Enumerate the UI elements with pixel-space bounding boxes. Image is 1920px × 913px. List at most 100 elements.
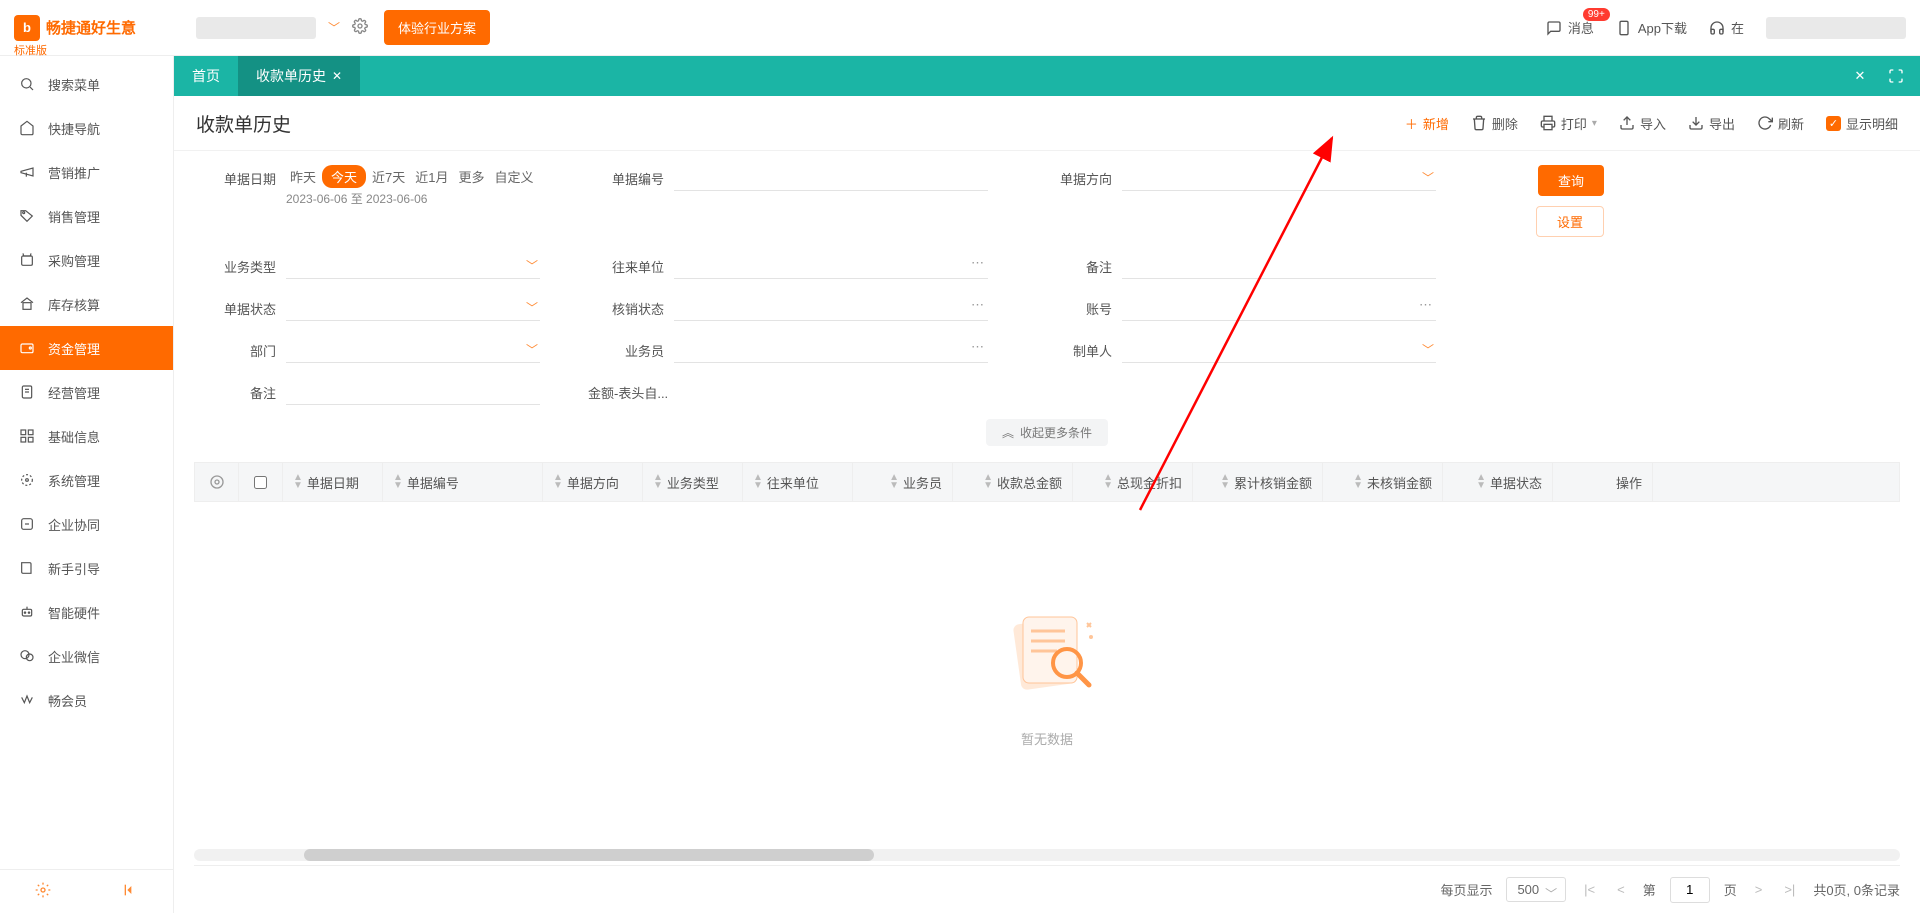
writeoff-input[interactable]	[674, 295, 988, 321]
prev-page-button[interactable]: <	[1613, 882, 1629, 897]
col-header[interactable]: ▲▼收款总金额	[953, 463, 1073, 501]
more-icon[interactable]: ⋯	[971, 297, 986, 313]
col-header[interactable]: ▲▼未核销金额	[1323, 463, 1443, 501]
sidebar-item-label: 企业微信	[48, 647, 100, 666]
col-header[interactable]: ▲▼单据日期	[283, 463, 383, 501]
clerk-input[interactable]	[674, 337, 988, 363]
sidebar-item-8[interactable]: 基础信息	[0, 414, 173, 458]
sidebar-item-13[interactable]: 企业微信	[0, 634, 173, 678]
date-opt[interactable]: 更多	[455, 165, 489, 188]
sidebar-item-3[interactable]: 销售管理	[0, 194, 173, 238]
tab-home[interactable]: 首页	[174, 56, 238, 96]
gear-icon[interactable]	[352, 18, 368, 37]
col-header[interactable]: ▲▼总现金折扣	[1073, 463, 1193, 501]
import-button[interactable]: 导入	[1619, 114, 1666, 133]
filter-partner-label: 往来单位	[588, 253, 664, 279]
maker-select[interactable]	[1122, 337, 1436, 363]
settings-icon[interactable]	[35, 882, 51, 901]
tabstrip: 首页 收款单历史 ✕ ✕	[174, 56, 1920, 96]
filter-clerk-label: 业务员	[588, 337, 664, 363]
direction-select[interactable]	[1122, 165, 1436, 191]
sidebar-item-10[interactable]: 企业协同	[0, 502, 173, 546]
sidebar-item-12[interactable]: 智能硬件	[0, 590, 173, 634]
checkbox[interactable]	[254, 476, 267, 489]
sidebar-item-0[interactable]: 搜索菜单	[0, 62, 173, 106]
col-header[interactable]: ▲▼累计核销金额	[1193, 463, 1323, 501]
next-page-button[interactable]: >	[1751, 882, 1767, 897]
query-button[interactable]: 查询	[1538, 165, 1604, 196]
printer-icon	[1540, 115, 1556, 131]
doc-icon	[18, 383, 36, 401]
account-input[interactable]	[1122, 295, 1436, 321]
show-detail-toggle[interactable]: ✓显示明细	[1826, 114, 1898, 133]
more-icon[interactable]: ⋯	[971, 255, 986, 271]
export-button[interactable]: 导出	[1688, 114, 1735, 133]
settings-button[interactable]: 设置	[1536, 206, 1604, 237]
add-button[interactable]: ＋新增	[1405, 114, 1449, 133]
biztype-select[interactable]	[286, 253, 540, 279]
column-settings-icon[interactable]	[195, 463, 239, 501]
date-range-options[interactable]: 昨天今天近7天近1月更多自定义	[286, 165, 540, 188]
sidebar-item-7[interactable]: 经营管理	[0, 370, 173, 414]
try-industry-button[interactable]: 体验行业方案	[384, 10, 490, 45]
sidebar-item-11[interactable]: 新手引导	[0, 546, 173, 590]
select-all-checkbox[interactable]	[239, 463, 283, 501]
collapse-filters-button[interactable]: ︽收起更多条件	[986, 419, 1108, 446]
messages-link[interactable]: 消息 99+	[1546, 18, 1594, 37]
date-opt[interactable]: 自定义	[491, 165, 538, 188]
col-label: 业务类型	[667, 473, 719, 492]
remark-input[interactable]	[1122, 253, 1436, 279]
sidebar-item-5[interactable]: 库存核算	[0, 282, 173, 326]
page-word-1: 第	[1643, 880, 1656, 899]
sidebar-item-6[interactable]: 资金管理	[0, 326, 173, 370]
collapse-sidebar-icon[interactable]	[122, 882, 138, 901]
scroll-thumb[interactable]	[304, 849, 874, 861]
col-header[interactable]: ▲▼单据编号	[383, 463, 543, 501]
status-select[interactable]	[286, 295, 540, 321]
sidebar-item-14[interactable]: 畅会员	[0, 678, 173, 722]
filter-biztype-label: 业务类型	[200, 253, 276, 279]
delete-button[interactable]: 删除	[1471, 114, 1518, 133]
fullscreen-icon[interactable]	[1882, 62, 1910, 90]
sidebar-item-1[interactable]: 快捷导航	[0, 106, 173, 150]
sidebar-item-4[interactable]: 采购管理	[0, 238, 173, 282]
more-icon[interactable]: ⋯	[971, 339, 986, 355]
last-page-button[interactable]: >|	[1780, 882, 1799, 897]
col-header[interactable]: ▲▼往来单位	[743, 463, 853, 501]
doc-no-input[interactable]	[674, 165, 988, 191]
print-button[interactable]: 打印▾	[1540, 114, 1597, 133]
tab-receipt-history[interactable]: 收款单历史 ✕	[238, 56, 360, 96]
refresh-button[interactable]: 刷新	[1757, 114, 1804, 133]
app-download-link[interactable]: App下载	[1616, 18, 1687, 37]
sidebar-item-2[interactable]: 营销推广	[0, 150, 173, 194]
col-header[interactable]: ▲▼单据方向	[543, 463, 643, 501]
empty-state: 暂无数据	[194, 502, 1900, 839]
filter-doc-date: 单据日期 昨天今天近7天近1月更多自定义 2023-06-06 至 2023-0…	[200, 165, 540, 207]
close-tab-icon[interactable]: ✕	[332, 69, 342, 83]
horizontal-scrollbar[interactable]	[194, 849, 1900, 861]
col-header[interactable]: ▲▼业务员	[853, 463, 953, 501]
col-header[interactable]: 操作	[1553, 463, 1653, 501]
user-redacted	[1766, 17, 1906, 39]
sidebar: 搜索菜单快捷导航营销推广销售管理采购管理库存核算资金管理经营管理基础信息系统管理…	[0, 56, 174, 913]
close-all-tabs-icon[interactable]: ✕	[1846, 62, 1874, 90]
date-opt[interactable]: 近1月	[411, 165, 452, 188]
remark2-input[interactable]	[286, 379, 540, 405]
date-opt[interactable]: 近7天	[368, 165, 409, 188]
dept-select[interactable]	[286, 337, 540, 363]
online-status[interactable]: 在	[1709, 18, 1744, 37]
org-selector[interactable]: ﹀	[196, 17, 368, 39]
home-icon	[18, 119, 36, 137]
page-input[interactable]	[1670, 877, 1710, 903]
col-header[interactable]: ▲▼业务类型	[643, 463, 743, 501]
first-page-button[interactable]: |<	[1580, 882, 1599, 897]
date-opt[interactable]: 昨天	[286, 165, 320, 188]
date-opt[interactable]: 今天	[322, 165, 366, 188]
per-page-select[interactable]: 500﹀	[1506, 877, 1566, 902]
partner-input[interactable]	[674, 253, 988, 279]
sidebar-item-label: 采购管理	[48, 251, 100, 270]
more-icon[interactable]: ⋯	[1419, 297, 1434, 313]
col-header[interactable]: ▲▼单据状态	[1443, 463, 1553, 501]
sidebar-item-9[interactable]: 系统管理	[0, 458, 173, 502]
robot-icon	[18, 603, 36, 621]
